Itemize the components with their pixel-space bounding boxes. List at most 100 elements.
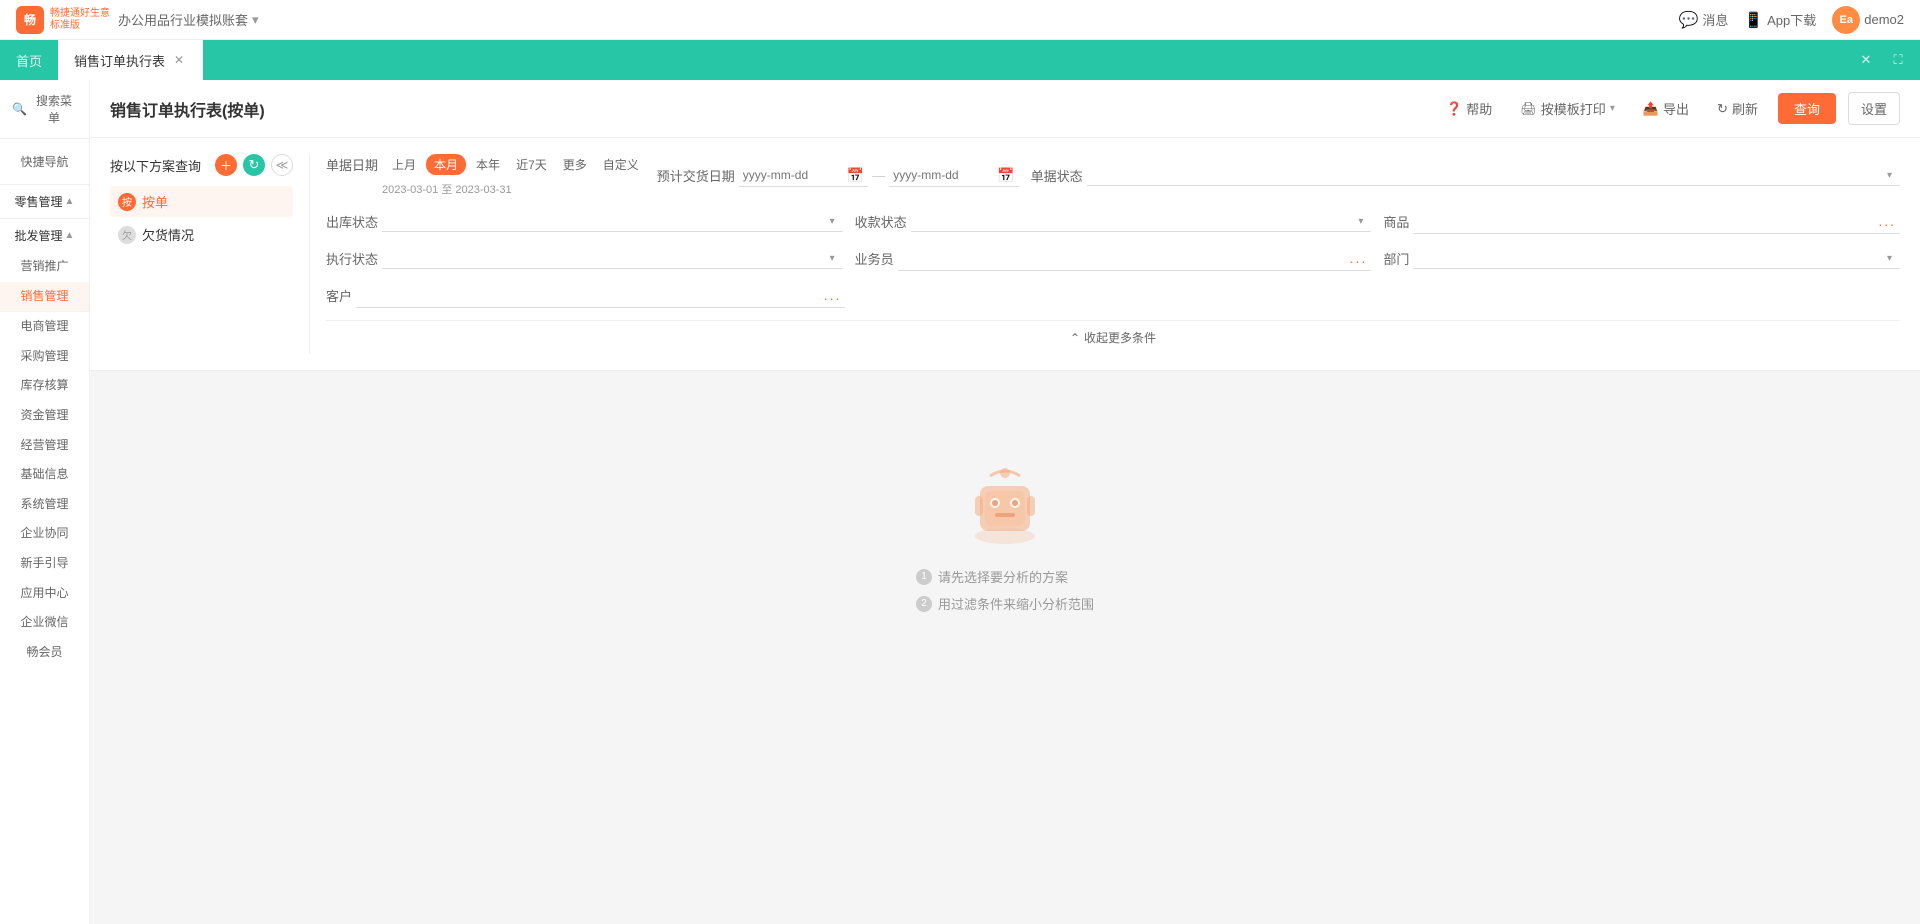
tab-sales-order[interactable]: 销售订单执行表 ✕ (58, 40, 203, 80)
scheme-add-button[interactable]: ＋ (215, 154, 237, 176)
sidebar-item-corpwx[interactable]: 企业微信 (0, 608, 89, 638)
date-tab-近7天[interactable]: 近7天 (510, 154, 553, 175)
delivery-status-label: 出库状态 (326, 212, 378, 231)
calendar-end-icon[interactable]: 📅 (997, 167, 1014, 184)
top-bar-left: 畅 畅捷通好生意 标准版 办公用品行业模拟账套 ▾ (16, 6, 259, 34)
sidebar-item-quick-nav[interactable]: 快捷导航 (0, 145, 89, 178)
sidebar-group-header-wholesale[interactable]: 批发管理 ▲ (0, 219, 89, 252)
goods-label: 商品 (1383, 212, 1409, 231)
sidebar-item-appcenter[interactable]: 应用中心 (0, 579, 89, 609)
bill-status-select[interactable]: ▾ (1087, 166, 1900, 186)
avatar: Ea (1832, 6, 1860, 34)
tip-text-2: 用过滤条件来缩小分析范围 (938, 594, 1094, 613)
sidebar-search-label: 搜索菜单 (31, 92, 77, 126)
bill-date-label: 单据日期 (326, 155, 378, 174)
goods-more-button[interactable]: ... (1878, 213, 1896, 229)
tab-bar: 首页 销售订单执行表 ✕ ✕ ⛶ (0, 40, 1920, 80)
sidebar-group-header-retail[interactable]: 零售管理 ▲ (0, 185, 89, 218)
breadcrumb-dropdown-icon[interactable]: ▾ (252, 12, 259, 28)
date-tab-上月[interactable]: 上月 (386, 154, 422, 175)
sidebar-item-purchase[interactable]: 采购管理 (0, 342, 89, 372)
export-button[interactable]: 📤 导出 (1635, 95, 1697, 122)
template-print-button[interactable]: 🖨 按模板打印 ▾ (1512, 95, 1623, 122)
print-icon: 🖨 (1520, 101, 1537, 117)
date-tab-更多[interactable]: 更多 (557, 154, 593, 175)
sidebar-item-system[interactable]: 系统管理 (0, 490, 89, 520)
collapse-more-bar[interactable]: ⌃ 收起更多条件 (326, 320, 1900, 354)
setting-button[interactable]: 设置 (1848, 92, 1900, 125)
exec-status-select[interactable]: ▾ (382, 249, 843, 269)
sidebar-item-enterprise[interactable]: 企业协同 (0, 519, 89, 549)
query-button[interactable]: 查询 (1778, 93, 1836, 124)
user-profile[interactable]: Ea demo2 (1832, 6, 1904, 34)
help-button[interactable]: ❓ 帮助 (1438, 95, 1500, 122)
bill-status-arrow: ▾ (1887, 170, 1892, 181)
marketing-label: 营销推广 (20, 259, 68, 275)
salesperson-input-area: ... (898, 246, 1372, 271)
main-layout: 🔍 搜索菜单 快捷导航 零售管理 ▲ 批发管理 ▲ 营销推广 销售管理 (0, 80, 1920, 924)
expected-delivery-range-end: 📅 (889, 165, 1018, 187)
retail-label: 零售管理 (15, 193, 63, 210)
scheme-item-欠货情况[interactable]: 欠 欠货情况 (110, 219, 293, 250)
sales-label: 销售管理 (20, 289, 68, 305)
finance-label: 资金管理 (20, 408, 68, 424)
sidebar-item-ecommerce[interactable]: 电商管理 (0, 312, 89, 342)
sidebar-item-inventory[interactable]: 库存核算 (0, 371, 89, 401)
salesperson-label: 业务员 (855, 249, 894, 268)
tab-minimize-button[interactable]: ✕ (1852, 46, 1880, 74)
expected-delivery-field: 预计交货日期 📅 — 📅 (657, 165, 1019, 187)
logo-area: 畅 畅捷通好生意 标准版 (16, 6, 110, 34)
top-bar-right: 💬 消息 📱 App下载 Ea demo2 (1678, 6, 1904, 34)
customer-more-button[interactable]: ... (824, 287, 842, 303)
tab-home-label: 首页 (16, 51, 42, 70)
expected-delivery-start-input[interactable] (743, 168, 843, 182)
expected-delivery-label: 预计交货日期 (657, 166, 735, 185)
sidebar-item-basic[interactable]: 基础信息 (0, 460, 89, 490)
template-print-label: 按模板打印 (1541, 99, 1606, 118)
bill-date-field: 单据日期 上月 本月 本年 近7天 更多 自定义 2023-03-01 至 20… (326, 154, 645, 197)
filter-row-4: 客户 ... (326, 283, 1900, 308)
tab-close-icon[interactable]: ✕ (171, 52, 187, 68)
member-label: 畅会员 (26, 645, 62, 661)
scheme-collapse-button[interactable]: ≪ (271, 154, 293, 176)
message-button[interactable]: 💬 消息 (1678, 10, 1728, 30)
sidebar-item-sales[interactable]: 销售管理 (0, 282, 89, 312)
sidebar-item-finance[interactable]: 资金管理 (0, 401, 89, 431)
date-tab-本月[interactable]: 本月 (426, 154, 466, 175)
expected-delivery-end-input[interactable] (893, 168, 993, 182)
bill-status-field: 单据状态 ▾ (1031, 166, 1900, 186)
salesperson-more-button[interactable]: ... (1350, 250, 1368, 266)
sidebar-item-member[interactable]: 畅会员 (0, 638, 89, 668)
scheme-label-按单: 按单 (142, 192, 168, 211)
sidebar-search-button[interactable]: 🔍 搜索菜单 (8, 88, 81, 130)
customer-label: 客户 (326, 286, 352, 305)
receipt-status-select[interactable]: ▾ (911, 212, 1372, 232)
top-bar: 畅 畅捷通好生意 标准版 办公用品行业模拟账套 ▾ 💬 消息 📱 App下载 E… (0, 0, 1920, 40)
tab-home[interactable]: 首页 (0, 40, 58, 80)
inventory-label: 库存核算 (20, 378, 68, 394)
department-select[interactable]: ▾ (1413, 249, 1900, 269)
app-download-icon: 📱 (1744, 11, 1763, 29)
sidebar-item-operation[interactable]: 经营管理 (0, 431, 89, 461)
date-tab-本年[interactable]: 本年 (470, 154, 506, 175)
refresh-label: 刷新 (1732, 99, 1758, 118)
empty-state-illustration (955, 451, 1055, 551)
quick-nav-section: 快捷导航 (0, 139, 89, 185)
tab-maximize-button[interactable]: ⛶ (1884, 46, 1912, 74)
calendar-start-icon[interactable]: 📅 (847, 167, 864, 184)
sidebar-item-marketing[interactable]: 营销推广 (0, 252, 89, 282)
sidebar-item-newguide[interactable]: 新手引导 (0, 549, 89, 579)
filter-row-3: 执行状态 ▾ 业务员 ... (326, 246, 1900, 271)
page-header: 销售订单执行表(按单) ❓ 帮助 🖨 按模板打印 ▾ 📤 导出 ↻ 刷新 (90, 80, 1920, 138)
scheme-item-按单[interactable]: 按 按单 (110, 186, 293, 217)
scheme-label-欠货情况: 欠货情况 (142, 225, 194, 244)
delivery-status-select[interactable]: ▾ (382, 212, 843, 232)
operation-label: 经营管理 (20, 438, 68, 454)
date-tab-自定义[interactable]: 自定义 (597, 154, 645, 175)
exec-status-arrow: ▾ (830, 253, 835, 264)
filter-row-1: 单据日期 上月 本月 本年 近7天 更多 自定义 2023-03-01 至 20… (326, 154, 1900, 197)
app-download-button[interactable]: 📱 App下载 (1744, 10, 1816, 29)
refresh-button[interactable]: ↻ 刷新 (1709, 95, 1766, 122)
purchase-label: 采购管理 (20, 349, 68, 365)
scheme-refresh-button[interactable]: ↻ (243, 154, 265, 176)
